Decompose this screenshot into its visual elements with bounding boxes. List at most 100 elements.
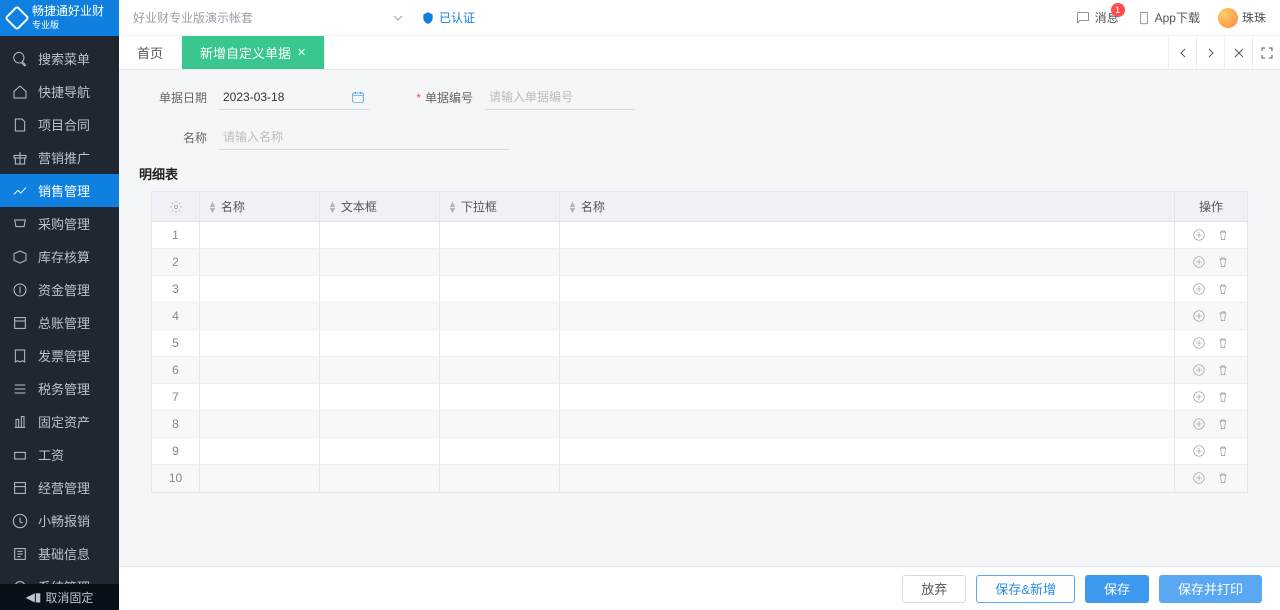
- nav-item-14[interactable]: 小畅报销: [0, 504, 119, 537]
- nav-item-2[interactable]: 项目合同: [0, 108, 119, 141]
- add-icon[interactable]: [1192, 363, 1206, 377]
- cell-text[interactable]: [320, 465, 440, 491]
- nav-item-6[interactable]: 库存核算: [0, 240, 119, 273]
- cell-text[interactable]: [320, 303, 440, 329]
- nav-item-13[interactable]: 经营管理: [0, 471, 119, 504]
- col-select[interactable]: ▲▼下拉框: [440, 192, 560, 221]
- cell-select[interactable]: [440, 438, 560, 464]
- cell-name2[interactable]: [560, 303, 1175, 329]
- delete-icon[interactable]: [1216, 336, 1230, 350]
- cell-select[interactable]: [440, 330, 560, 356]
- table-row[interactable]: 3: [152, 276, 1247, 303]
- cell-select[interactable]: [440, 384, 560, 410]
- cell-name2[interactable]: [560, 384, 1175, 410]
- nav-item-4[interactable]: 销售管理: [0, 174, 119, 207]
- discard-button[interactable]: 放弃: [902, 575, 966, 603]
- add-icon[interactable]: [1192, 336, 1206, 350]
- cell-name1[interactable]: [200, 384, 320, 410]
- nav-item-8[interactable]: 总账管理: [0, 306, 119, 339]
- no-input[interactable]: [485, 84, 635, 110]
- add-icon[interactable]: [1192, 390, 1206, 404]
- table-row[interactable]: 10: [152, 465, 1247, 492]
- cell-name2[interactable]: [560, 438, 1175, 464]
- cell-name2[interactable]: [560, 465, 1175, 491]
- date-input[interactable]: [219, 84, 369, 110]
- cell-name2[interactable]: [560, 276, 1175, 302]
- cell-text[interactable]: [320, 384, 440, 410]
- add-icon[interactable]: [1192, 282, 1206, 296]
- cell-text[interactable]: [320, 438, 440, 464]
- nav-item-7[interactable]: 资金管理: [0, 273, 119, 306]
- col-gear[interactable]: [152, 192, 200, 221]
- cell-select[interactable]: [440, 249, 560, 275]
- cell-name1[interactable]: [200, 411, 320, 437]
- col-name2[interactable]: ▲▼名称: [560, 192, 1175, 221]
- nav-item-5[interactable]: 采购管理: [0, 207, 119, 240]
- cell-select[interactable]: [440, 303, 560, 329]
- table-row[interactable]: 4: [152, 303, 1247, 330]
- close-icon[interactable]: ✕: [297, 46, 306, 59]
- cell-name2[interactable]: [560, 330, 1175, 356]
- app-download-button[interactable]: App下载: [1137, 9, 1200, 26]
- table-row[interactable]: 7: [152, 384, 1247, 411]
- col-name1[interactable]: ▲▼名称: [200, 192, 320, 221]
- tab-1[interactable]: 新增自定义单据✕: [182, 36, 325, 69]
- delete-icon[interactable]: [1216, 228, 1230, 242]
- cell-name1[interactable]: [200, 357, 320, 383]
- pin-toggle[interactable]: ◀▮ 取消固定: [0, 584, 119, 610]
- user-menu[interactable]: 珠珠: [1218, 8, 1266, 28]
- cell-name1[interactable]: [200, 465, 320, 491]
- col-text[interactable]: ▲▼文本框: [320, 192, 440, 221]
- delete-icon[interactable]: [1216, 282, 1230, 296]
- nav-item-12[interactable]: 工资: [0, 438, 119, 471]
- nav-item-10[interactable]: 税务管理: [0, 372, 119, 405]
- cell-text[interactable]: [320, 276, 440, 302]
- table-row[interactable]: 8: [152, 411, 1247, 438]
- cell-name2[interactable]: [560, 222, 1175, 248]
- cell-name1[interactable]: [200, 303, 320, 329]
- cell-name2[interactable]: [560, 411, 1175, 437]
- delete-icon[interactable]: [1216, 363, 1230, 377]
- add-icon[interactable]: [1192, 228, 1206, 242]
- cell-name2[interactable]: [560, 249, 1175, 275]
- name-input[interactable]: [219, 124, 509, 150]
- cell-name2[interactable]: [560, 357, 1175, 383]
- cell-select[interactable]: [440, 465, 560, 491]
- delete-icon[interactable]: [1216, 390, 1230, 404]
- cell-select[interactable]: [440, 222, 560, 248]
- add-icon[interactable]: [1192, 417, 1206, 431]
- nav-item-9[interactable]: 发票管理: [0, 339, 119, 372]
- cell-name1[interactable]: [200, 249, 320, 275]
- cell-text[interactable]: [320, 222, 440, 248]
- nav-item-3[interactable]: 营销推广: [0, 141, 119, 174]
- table-row[interactable]: 6: [152, 357, 1247, 384]
- delete-icon[interactable]: [1216, 471, 1230, 485]
- cell-name1[interactable]: [200, 222, 320, 248]
- table-row[interactable]: 9: [152, 438, 1247, 465]
- cell-name1[interactable]: [200, 276, 320, 302]
- cell-text[interactable]: [320, 330, 440, 356]
- messages-button[interactable]: 消息 1: [1075, 9, 1119, 26]
- add-icon[interactable]: [1192, 471, 1206, 485]
- delete-icon[interactable]: [1216, 417, 1230, 431]
- cell-select[interactable]: [440, 411, 560, 437]
- add-icon[interactable]: [1192, 444, 1206, 458]
- save-button[interactable]: 保存: [1085, 575, 1149, 603]
- add-icon[interactable]: [1192, 309, 1206, 323]
- delete-icon[interactable]: [1216, 309, 1230, 323]
- tab-close-all[interactable]: [1224, 36, 1252, 69]
- tab-0[interactable]: 首页: [119, 36, 182, 69]
- cell-text[interactable]: [320, 411, 440, 437]
- delete-icon[interactable]: [1216, 255, 1230, 269]
- save-new-button[interactable]: 保存&新增: [976, 575, 1075, 603]
- cell-name1[interactable]: [200, 330, 320, 356]
- table-row[interactable]: 2: [152, 249, 1247, 276]
- save-print-button[interactable]: 保存并打印: [1159, 575, 1262, 603]
- add-icon[interactable]: [1192, 255, 1206, 269]
- cell-text[interactable]: [320, 357, 440, 383]
- tab-prev[interactable]: [1168, 36, 1196, 69]
- delete-icon[interactable]: [1216, 444, 1230, 458]
- tab-next[interactable]: [1196, 36, 1224, 69]
- nav-item-16[interactable]: 系统管理: [0, 570, 119, 584]
- cell-select[interactable]: [440, 357, 560, 383]
